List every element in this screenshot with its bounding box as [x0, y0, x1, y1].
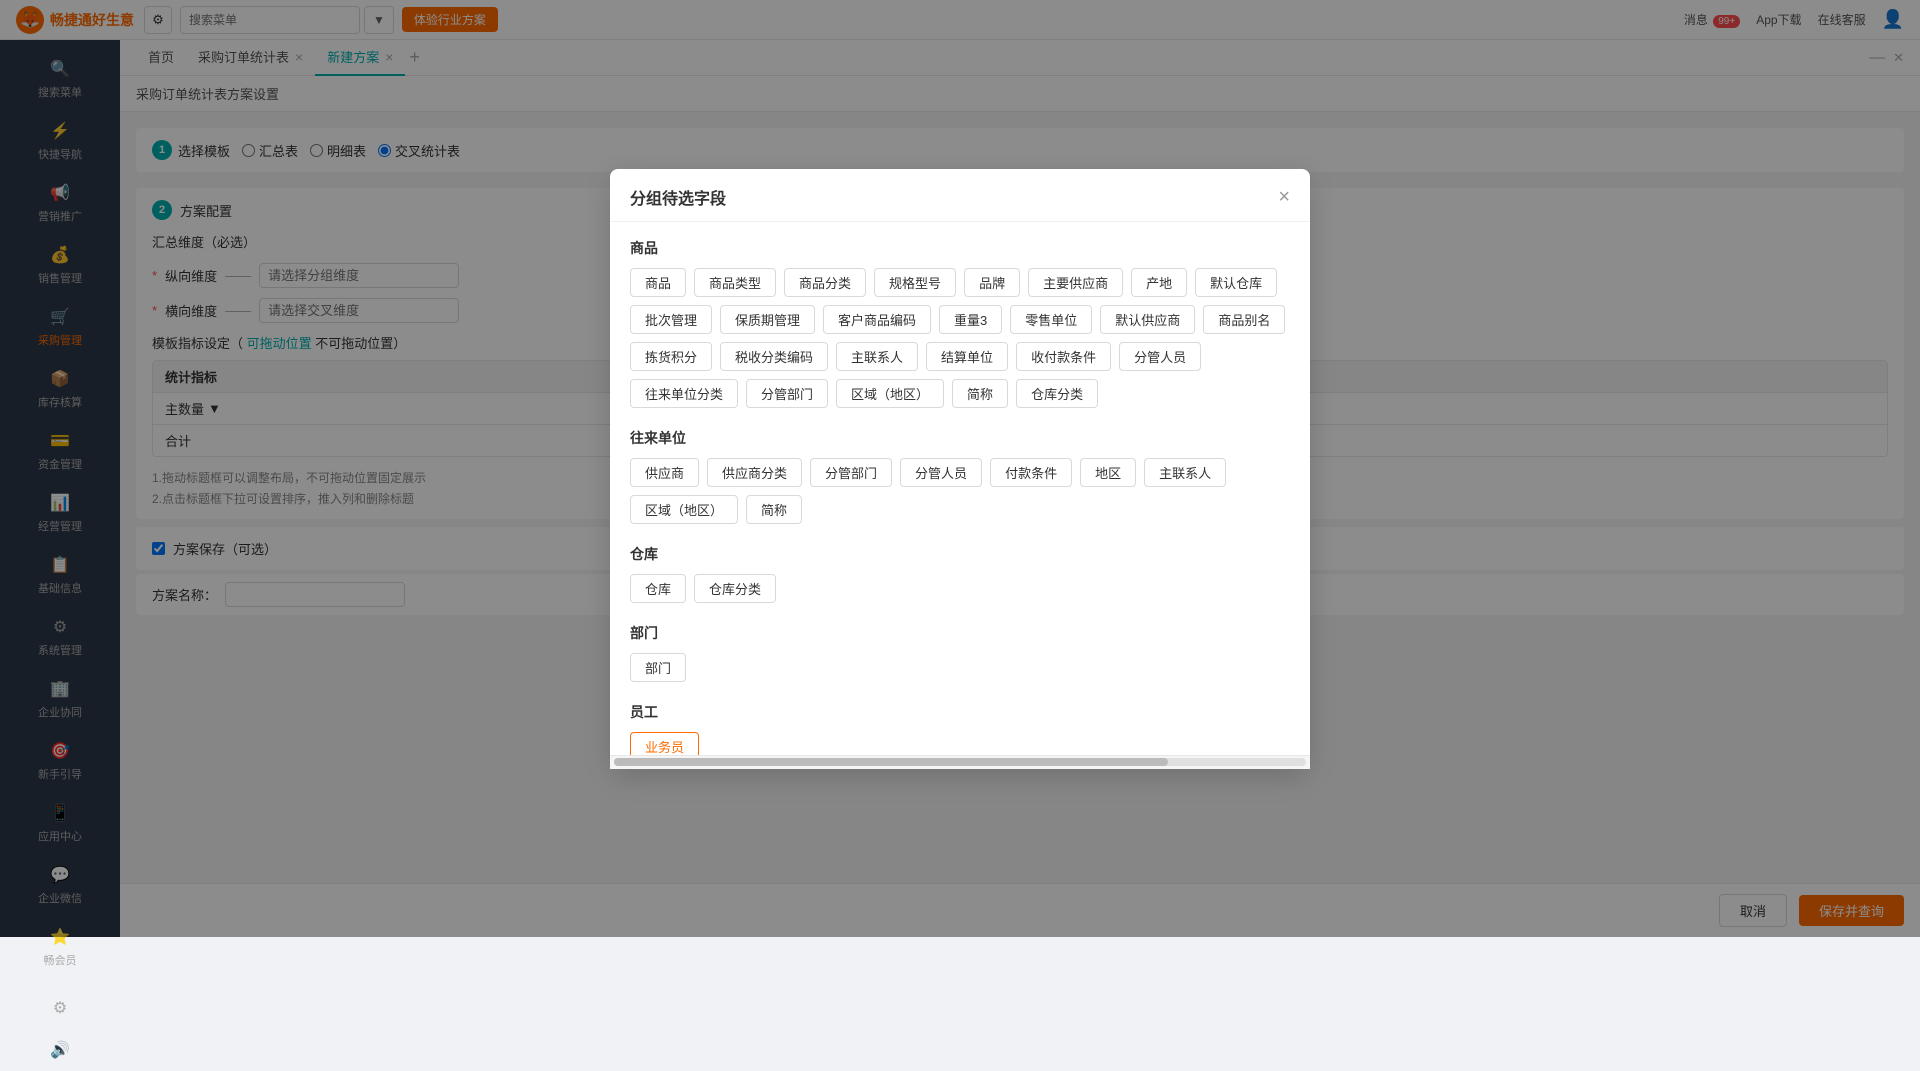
modal-overlay[interactable]: 分组待选字段 × 商品商品商品类型商品分类规格型号品牌主要供应商产地默认仓库批次…	[0, 0, 1920, 937]
modal-body[interactable]: 商品商品商品类型商品分类规格型号品牌主要供应商产地默认仓库批次管理保质期管理客户…	[610, 222, 1310, 756]
field-chips: 部门	[630, 653, 1290, 682]
modal-header: 分组待选字段 ×	[610, 169, 1310, 222]
field-chip[interactable]: 简称	[952, 379, 1008, 408]
field-chip[interactable]: 默认仓库	[1195, 268, 1277, 297]
field-chip[interactable]: 地区	[1080, 458, 1136, 487]
field-chip[interactable]: 批次管理	[630, 305, 712, 334]
field-chip[interactable]: 部门	[630, 653, 686, 682]
field-group-title: 仓库	[630, 544, 1290, 564]
field-chip[interactable]: 拣货积分	[630, 342, 712, 371]
field-chip[interactable]: 零售单位	[1010, 305, 1092, 334]
field-chip[interactable]: 产地	[1131, 268, 1187, 297]
field-chips: 业务员	[630, 732, 1290, 756]
field-chip[interactable]: 商品分类	[784, 268, 866, 297]
field-group-往来单位: 往来单位供应商供应商分类分管部门分管人员付款条件地区主联系人区域（地区） 简称	[630, 428, 1290, 524]
field-group-title: 员工	[630, 702, 1290, 722]
hscrollbar-track	[614, 758, 1306, 766]
volume-icon: 🔊	[49, 1039, 71, 1061]
hscrollbar-thumb	[614, 758, 1168, 766]
field-chip[interactable]: 保质期管理	[720, 305, 815, 334]
field-chip[interactable]: 收付款条件	[1016, 342, 1111, 371]
field-chip[interactable]: 结算单位	[926, 342, 1008, 371]
modal: 分组待选字段 × 商品商品商品类型商品分类规格型号品牌主要供应商产地默认仓库批次…	[610, 169, 1310, 769]
field-chip[interactable]: 分管人员	[1119, 342, 1201, 371]
field-chip[interactable]: 客户商品编码	[823, 305, 931, 334]
field-group-title: 商品	[630, 238, 1290, 258]
field-chip[interactable]: 仓库	[630, 574, 686, 603]
field-chip[interactable]: 供应商分类	[707, 458, 802, 487]
sidebar-bottom-settings[interactable]: ⚙	[0, 987, 120, 1029]
field-chip[interactable]: 主联系人	[1144, 458, 1226, 487]
sidebar-item-label: 畅会员	[44, 952, 77, 968]
field-chip[interactable]: 业务员	[630, 732, 699, 756]
sidebar-divider	[8, 982, 112, 983]
field-chip[interactable]: 往来单位分类	[630, 379, 738, 408]
field-chips: 仓库仓库分类	[630, 574, 1290, 603]
field-chip[interactable]: 区域（地区）	[630, 495, 738, 524]
field-chip[interactable]: 仓库分类	[694, 574, 776, 603]
field-chip[interactable]: 商品类型	[694, 268, 776, 297]
field-chip[interactable]: 仓库分类	[1016, 379, 1098, 408]
field-group-title: 部门	[630, 623, 1290, 643]
field-chips: 供应商供应商分类分管部门分管人员付款条件地区主联系人区域（地区） 简称	[630, 458, 1290, 524]
field-group-员工: 员工业务员	[630, 702, 1290, 756]
modal-hscrollbar[interactable]	[610, 755, 1310, 768]
field-chip[interactable]: 商品别名	[1203, 305, 1285, 334]
modal-close-button[interactable]: ×	[1278, 187, 1290, 207]
field-chip[interactable]: 区域（地区）	[836, 379, 944, 408]
sidebar-bottom: ⚙ 🔊	[0, 978, 120, 1071]
field-chip[interactable]: 默认供应商	[1100, 305, 1195, 334]
modal-title: 分组待选字段	[630, 185, 726, 209]
field-chip[interactable]: 税收分类编码	[720, 342, 828, 371]
settings-bottom-icon: ⚙	[49, 997, 71, 1019]
field-chip[interactable]: 付款条件	[990, 458, 1072, 487]
field-chip[interactable]: 分管部门	[810, 458, 892, 487]
field-chip[interactable]: 主联系人	[836, 342, 918, 371]
field-chip[interactable]: 分管人员	[900, 458, 982, 487]
field-group-商品: 商品商品商品类型商品分类规格型号品牌主要供应商产地默认仓库批次管理保质期管理客户…	[630, 238, 1290, 408]
field-chips: 商品商品类型商品分类规格型号品牌主要供应商产地默认仓库批次管理保质期管理客户商品…	[630, 268, 1290, 408]
field-chip[interactable]: 商品	[630, 268, 686, 297]
field-chip[interactable]: 规格型号	[874, 268, 956, 297]
field-chip[interactable]: 品牌	[964, 268, 1020, 297]
field-group-title: 往来单位	[630, 428, 1290, 448]
sidebar-bottom-volume[interactable]: 🔊	[0, 1029, 120, 1071]
field-group-仓库: 仓库仓库仓库分类	[630, 544, 1290, 603]
field-chip[interactable]: 分管部门	[746, 379, 828, 408]
field-chip[interactable]: 供应商	[630, 458, 699, 487]
field-chip[interactable]: 重量3	[939, 305, 1002, 334]
field-chip[interactable]: 主要供应商	[1028, 268, 1123, 297]
field-group-部门: 部门部门	[630, 623, 1290, 682]
field-chip[interactable]: 简称	[746, 495, 802, 524]
